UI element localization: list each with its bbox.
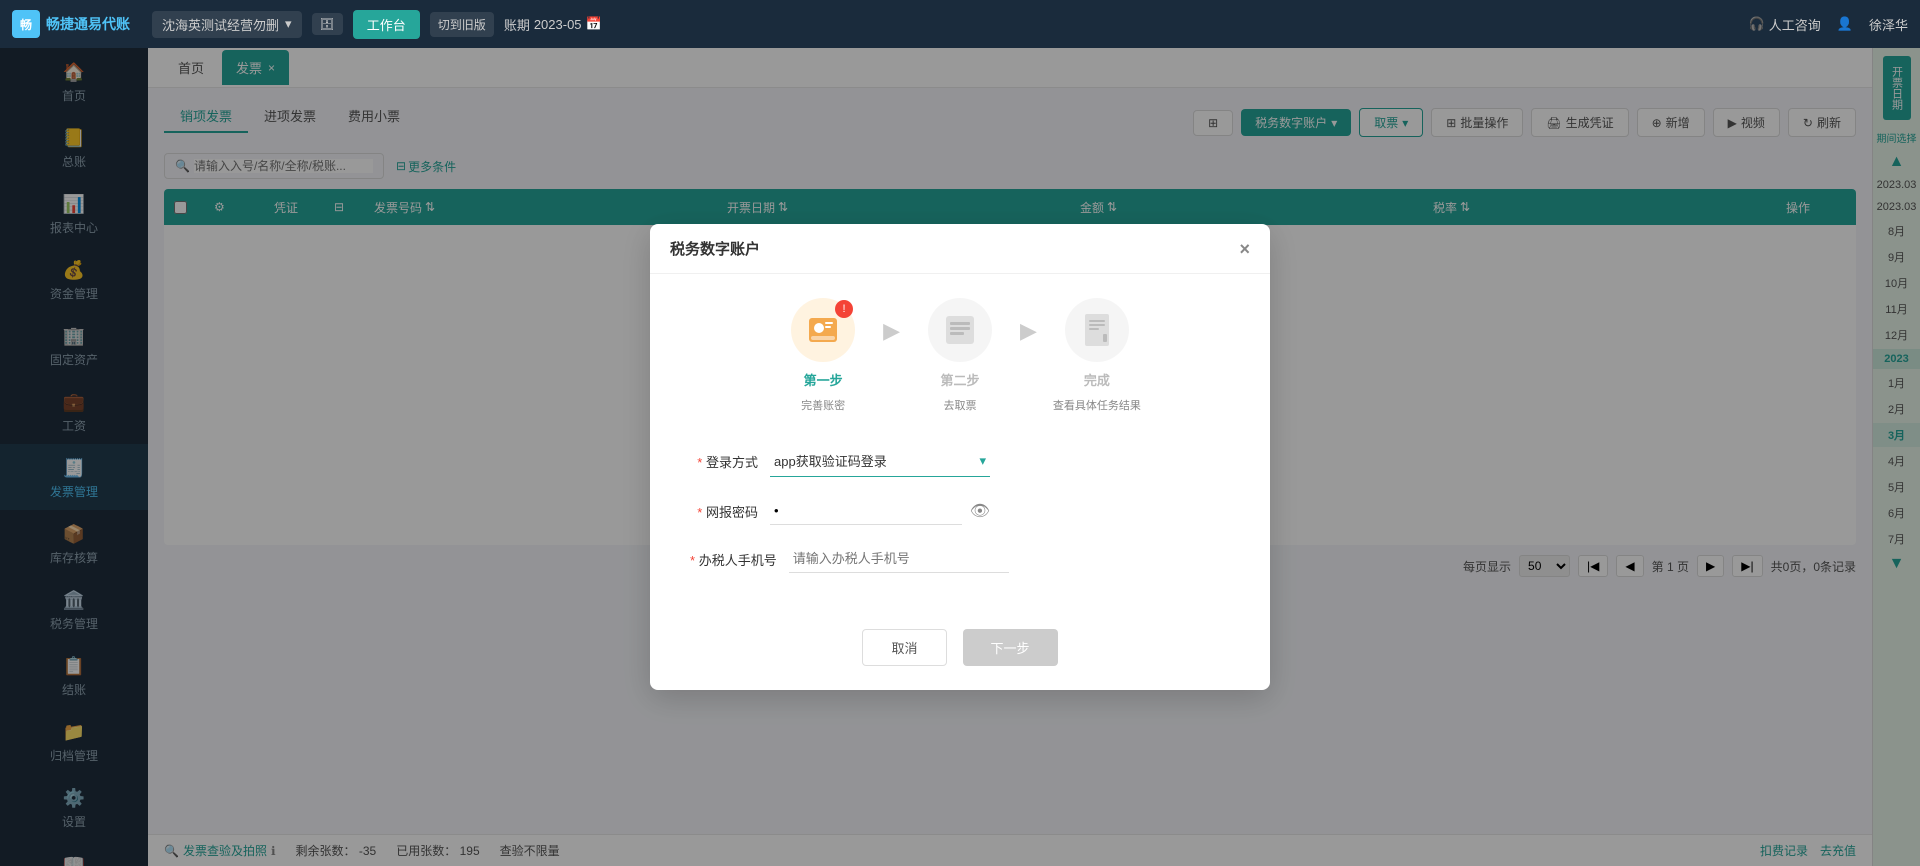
- step-2-icon-wrap: [928, 298, 992, 362]
- calendar-icon[interactable]: 📅: [586, 16, 602, 32]
- steps-row: ! 第一步 完善账密 ▶: [690, 298, 1230, 413]
- step-arrow-1: ▶: [883, 318, 900, 344]
- step-1-badge: !: [835, 300, 853, 318]
- toggle-password-icon[interactable]: 👁: [970, 501, 990, 521]
- step-1-subtitle: 完善账密: [801, 397, 845, 413]
- archive-button[interactable]: 🗄: [312, 13, 343, 35]
- top-header: 畅 畅捷通易代账 沈海英测试经营勿删 ▾ 🗄 工作台 切到旧版 账期 2023-…: [0, 0, 1920, 48]
- step-1-title: 第一步: [804, 370, 843, 389]
- switch-version-button[interactable]: 切到旧版: [430, 12, 494, 37]
- login-method-row: * 登录方式 app获取验证码登录 ▾: [690, 445, 1230, 477]
- login-method-value: app获取验证码登录: [774, 451, 887, 470]
- chevron-down-icon: ▾: [285, 16, 292, 32]
- step-3-svg: [1079, 312, 1115, 348]
- modal-footer: 取消 下一步: [650, 613, 1270, 690]
- step-2-svg: [942, 312, 978, 348]
- header-right: 🎧 人工咨询 👤 徐泽华: [1749, 15, 1908, 34]
- modal-title: 税务数字账户: [670, 238, 760, 259]
- login-required-mark: *: [697, 455, 702, 470]
- company-selector[interactable]: 沈海英测试经营勿删 ▾: [152, 11, 302, 38]
- period-value: 2023-05: [534, 17, 582, 32]
- step-1-icon-wrap: !: [791, 298, 855, 362]
- step-2: 第二步 去取票: [900, 298, 1020, 413]
- step-1-svg: [805, 312, 841, 348]
- modal-header: 税务数字账户 ×: [650, 224, 1270, 274]
- password-input-wrap: 👁: [770, 497, 990, 525]
- app-logo: 畅 畅捷通易代账: [12, 10, 142, 38]
- password-label: * 网报密码: [690, 502, 770, 521]
- app-name: 畅捷通易代账: [46, 14, 130, 34]
- user-name: 徐泽华: [1869, 15, 1908, 34]
- company-name: 沈海英测试经营勿删: [162, 15, 279, 34]
- modal-next-button[interactable]: 下一步: [963, 629, 1058, 666]
- modal-form: * 登录方式 app获取验证码登录 ▾ * 网报密码: [690, 445, 1230, 573]
- user-avatar[interactable]: 👤: [1837, 16, 1853, 32]
- tax-phone-required-mark: *: [690, 553, 695, 568]
- password-row: * 网报密码 👁: [690, 497, 1230, 525]
- step-3: 完成 查看具体任务结果: [1037, 298, 1157, 413]
- period-display: 账期 2023-05 📅: [504, 15, 602, 34]
- modal-cancel-button[interactable]: 取消: [862, 629, 946, 666]
- step-1: ! 第一步 完善账密: [763, 298, 883, 413]
- password-required-mark: *: [697, 505, 702, 520]
- modal-overlay: 税务数字账户 ×: [0, 48, 1920, 866]
- step-3-title: 完成: [1084, 370, 1110, 389]
- tax-phone-row: * 办税人手机号: [690, 545, 1230, 573]
- login-method-select[interactable]: app获取验证码登录 ▾: [770, 445, 990, 477]
- step-2-subtitle: 去取票: [944, 397, 977, 413]
- tax-digital-modal: 税务数字账户 ×: [650, 224, 1270, 690]
- modal-body: ! 第一步 完善账密 ▶: [650, 274, 1270, 613]
- step-arrow-2: ▶: [1020, 318, 1037, 344]
- period-label: 账期: [504, 15, 530, 34]
- step-2-title: 第二步: [940, 370, 979, 389]
- login-method-chevron-icon: ▾: [979, 453, 986, 469]
- workspace-button[interactable]: 工作台: [353, 10, 420, 39]
- support-link[interactable]: 🎧 人工咨询: [1749, 15, 1821, 34]
- tax-phone-label: * 办税人手机号: [690, 550, 789, 569]
- headset-icon: 🎧: [1749, 16, 1765, 32]
- tax-phone-field[interactable]: [789, 545, 1009, 573]
- step-3-subtitle: 查看具体任务结果: [1053, 397, 1141, 413]
- login-method-label: * 登录方式: [690, 452, 770, 471]
- support-label: 人工咨询: [1769, 15, 1821, 34]
- app-logo-icon: 畅: [12, 10, 40, 38]
- password-field[interactable]: [770, 497, 962, 525]
- step-3-icon-wrap: [1065, 298, 1129, 362]
- modal-close-button[interactable]: ×: [1239, 240, 1250, 258]
